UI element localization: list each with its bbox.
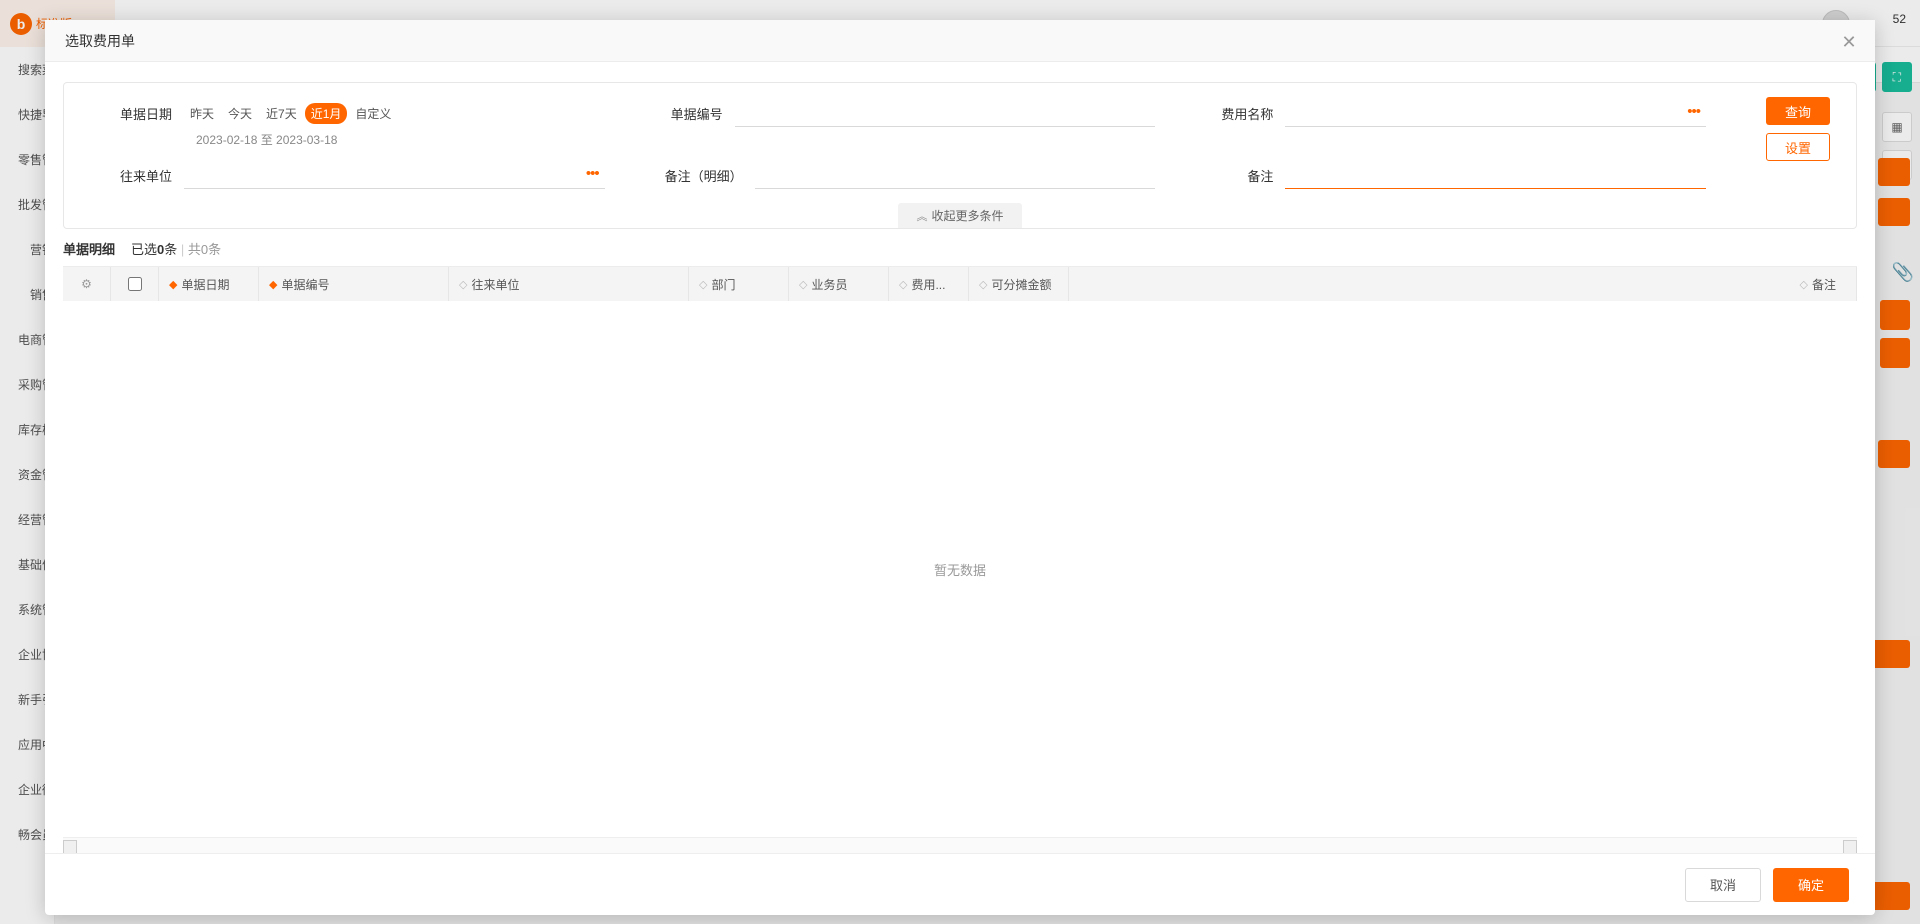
col-dept[interactable]: ◇部门 bbox=[689, 267, 789, 301]
select-fee-modal: 选取费用单 ✕ 单据日期 昨天 今天 近7天 近1月 自定义 bbox=[45, 20, 1875, 915]
separator: | bbox=[181, 242, 188, 257]
date-chip-custom[interactable]: 自定义 bbox=[349, 103, 397, 124]
select-all-checkbox[interactable] bbox=[111, 267, 159, 301]
unit-input[interactable] bbox=[184, 161, 605, 189]
selected-count-label: 已选0条 bbox=[131, 242, 181, 257]
date-range-text: 2023-02-18 至 2023-03-18 bbox=[196, 131, 337, 148]
code-input[interactable] bbox=[735, 99, 1156, 127]
gear-icon[interactable]: ⚙ bbox=[63, 267, 111, 301]
filter-label-date: 单据日期 bbox=[94, 104, 184, 123]
date-chip-7d[interactable]: 近7天 bbox=[260, 103, 303, 124]
modal-title: 选取费用单 bbox=[65, 31, 135, 51]
collapse-toggle[interactable]: ︽ 收起更多条件 bbox=[898, 203, 1021, 228]
col-remark[interactable]: ◇备注 bbox=[1069, 267, 1857, 301]
more-icon[interactable]: ••• bbox=[1687, 103, 1700, 120]
col-staff[interactable]: ◇业务员 bbox=[789, 267, 889, 301]
ok-button[interactable]: 确定 bbox=[1773, 868, 1849, 902]
filter-label-memo-detail: 备注（明细） bbox=[645, 166, 755, 185]
filter-panel: 单据日期 昨天 今天 近7天 近1月 自定义 2023-02-18 至 2023… bbox=[63, 82, 1857, 229]
date-chip-1m[interactable]: 近1月 bbox=[305, 103, 348, 124]
close-icon[interactable]: ✕ bbox=[1837, 30, 1861, 54]
total-count-label: 共0条 bbox=[188, 242, 221, 257]
filter-label-memo: 备注 bbox=[1195, 166, 1285, 185]
collapse-label: 收起更多条件 bbox=[931, 207, 1003, 224]
memo-detail-input[interactable] bbox=[755, 161, 1156, 189]
horizontal-scrollbar[interactable] bbox=[63, 837, 1857, 853]
setting-button[interactable]: 设置 bbox=[1766, 133, 1830, 161]
chevron-up-icon: ︽ bbox=[916, 208, 927, 224]
col-fee[interactable]: ◇费用... bbox=[889, 267, 969, 301]
date-chip-today[interactable]: 今天 bbox=[222, 103, 258, 124]
filter-label-code: 单据编号 bbox=[645, 104, 735, 123]
tab-detail[interactable]: 单据明细 bbox=[63, 239, 115, 258]
filter-label-feename: 费用名称 bbox=[1195, 104, 1285, 123]
filter-label-unit: 往来单位 bbox=[94, 166, 184, 185]
empty-state: 暂无数据 bbox=[63, 301, 1857, 837]
col-code[interactable]: ◆单据编号 bbox=[259, 267, 449, 301]
fee-name-input[interactable] bbox=[1285, 99, 1706, 127]
col-date[interactable]: ◆单据日期 bbox=[159, 267, 259, 301]
date-chip-yesterday[interactable]: 昨天 bbox=[184, 103, 220, 124]
col-unit[interactable]: ◇往来单位 bbox=[449, 267, 689, 301]
memo-input[interactable] bbox=[1285, 161, 1706, 189]
cancel-button[interactable]: 取消 bbox=[1685, 868, 1761, 902]
table-header: ⚙ ◆单据日期 ◆单据编号 ◇往来单位 ◇部门 ◇业务员 ◇费用... ◇可分摊… bbox=[63, 267, 1857, 301]
col-amount[interactable]: ◇可分摊金额 bbox=[969, 267, 1069, 301]
more-icon[interactable]: ••• bbox=[586, 165, 599, 182]
query-button[interactable]: 查询 bbox=[1766, 97, 1830, 125]
